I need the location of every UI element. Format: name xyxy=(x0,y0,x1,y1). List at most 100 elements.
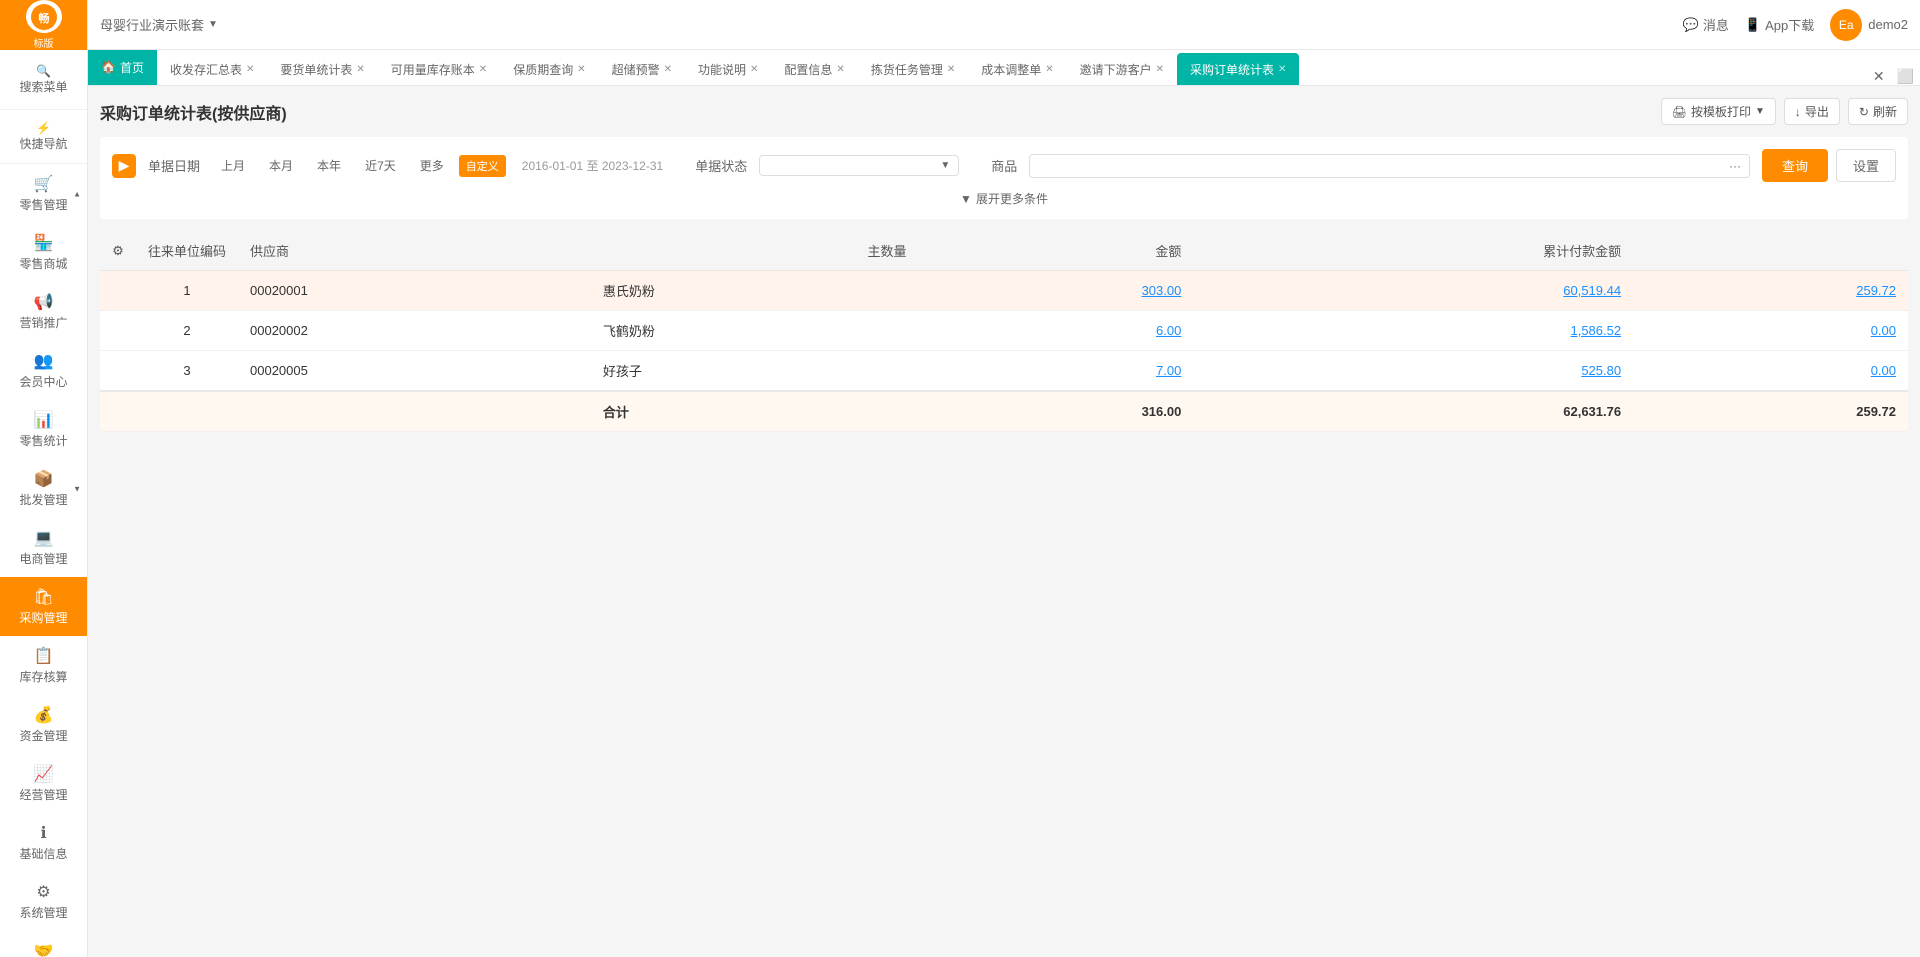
tab-task-mgmt[interactable]: 拣货任务管理 ✕ xyxy=(858,53,968,85)
row-check[interactable] xyxy=(100,271,136,311)
chevron-down-icon: ▼ xyxy=(960,192,972,206)
topbar: 母婴行业演示账套 ▼ 💬 消息 📱 App下载 Ea demo2 xyxy=(88,0,1920,50)
close-icon[interactable]: ✕ xyxy=(246,64,254,75)
goods-select[interactable]: ··· xyxy=(1029,154,1750,178)
tabbar: 🏠 首页 收发存汇总表 ✕ 要货单统计表 ✕ 可用量库存账本 ✕ 保质期查询 ✕… xyxy=(88,50,1920,86)
date-pill-7days[interactable]: 近7天 xyxy=(356,154,405,177)
sidebar-item-retail-shop[interactable]: 🏪 零售商城 xyxy=(0,223,87,282)
close-icon[interactable]: ✕ xyxy=(836,64,844,75)
close-all-tabs-button[interactable]: ✕ xyxy=(1867,68,1891,85)
tab-home[interactable]: 🏠 首页 xyxy=(88,50,157,85)
sidebar-search-item[interactable]: 🔍 搜索菜单 xyxy=(4,58,83,101)
row-amount[interactable]: 1,586.52 xyxy=(1193,311,1633,351)
row-paid[interactable]: 259.72 xyxy=(1633,271,1908,311)
tab-order-summary[interactable]: 要货单统计表 ✕ xyxy=(267,53,377,85)
export-label: 导出 xyxy=(1805,103,1829,120)
warehouse-label: 母婴行业演示账套 xyxy=(100,15,204,34)
close-icon[interactable]: ✕ xyxy=(479,64,487,75)
sidebar-item-system[interactable]: ⚙ 系统管理 xyxy=(0,872,87,931)
row-qty[interactable]: 303.00 xyxy=(918,271,1193,311)
refresh-button[interactable]: ↻ 刷新 xyxy=(1848,98,1908,125)
sidebar-item-retail-stats[interactable]: 📊 零售统计 xyxy=(0,400,87,459)
user-profile[interactable]: Ea demo2 xyxy=(1830,9,1908,41)
date-pill-this-year[interactable]: 本年 xyxy=(308,154,350,177)
expand-button[interactable]: ▼ 展开更多条件 xyxy=(960,190,1048,207)
operations-icon: 📈 xyxy=(34,764,54,784)
row-code: 00020005 xyxy=(238,351,591,392)
tab-function-desc[interactable]: 功能说明 ✕ xyxy=(685,53,771,85)
sidebar-item-enterprise[interactable]: 🤝 企业协同 xyxy=(0,931,87,957)
sidebar-item-label: 系统管理 xyxy=(19,904,67,921)
close-icon[interactable]: ✕ xyxy=(356,64,364,75)
row-paid[interactable]: 0.00 xyxy=(1633,351,1908,392)
query-button[interactable]: 查询 xyxy=(1762,149,1828,182)
print-button[interactable]: 🖨 按模板打印 ▼ xyxy=(1661,98,1776,125)
tab-label: 配置信息 xyxy=(784,61,832,78)
chevron-down-icon: ▲ xyxy=(73,189,81,198)
row-check[interactable] xyxy=(100,311,136,351)
close-icon[interactable]: ✕ xyxy=(1278,64,1286,75)
enterprise-icon: 🤝 xyxy=(34,941,54,957)
logo-icon: 畅 xyxy=(26,0,62,33)
row-check[interactable] xyxy=(100,351,136,392)
sidebar-item-basic-info[interactable]: ℹ 基础信息 xyxy=(0,813,87,872)
row-no: 1 xyxy=(136,271,238,311)
th-settings[interactable]: ⚙ xyxy=(100,231,136,271)
app-download-btn[interactable]: 📱 App下载 xyxy=(1745,15,1814,34)
tab-config-info[interactable]: 配置信息 ✕ xyxy=(771,53,857,85)
date-pill-last-month[interactable]: 上月 xyxy=(212,154,254,177)
close-icon[interactable]: ✕ xyxy=(1156,64,1164,75)
tab-expiry-query[interactable]: 保质期查询 ✕ xyxy=(500,53,598,85)
tab-purchase-summary[interactable]: 采购订单统计表 ✕ xyxy=(1177,53,1299,85)
row-amount[interactable]: 525.80 xyxy=(1193,351,1633,392)
tab-invite-downstream[interactable]: 邀请下游客户 ✕ xyxy=(1067,53,1177,85)
inventory-icon: 📋 xyxy=(34,646,54,666)
close-icon[interactable]: ✕ xyxy=(947,64,955,75)
row-qty[interactable]: 7.00 xyxy=(918,351,1193,392)
filter-toggle-button[interactable]: ▶ xyxy=(112,154,136,178)
setting-button[interactable]: 设置 xyxy=(1836,149,1896,182)
export-button[interactable]: ↓ 导出 xyxy=(1784,98,1840,125)
user-name: demo2 xyxy=(1868,17,1908,32)
close-icon[interactable]: ✕ xyxy=(1045,64,1053,75)
tab-label: 拣货任务管理 xyxy=(871,61,943,78)
maximize-button[interactable]: ⬜ xyxy=(1891,68,1920,85)
goods-filter-label: 商品 xyxy=(991,156,1017,175)
tab-label: 邀请下游客户 xyxy=(1080,61,1152,78)
date-pill-more[interactable]: 更多 xyxy=(411,154,453,177)
th-qty: 主数量 xyxy=(591,231,919,271)
tab-overstock-warning[interactable]: 超储预警 ✕ xyxy=(599,53,685,85)
warehouse-selector[interactable]: 母婴行业演示账套 ▼ xyxy=(100,15,218,34)
sidebar-item-operations[interactable]: 📈 经营管理 xyxy=(0,754,87,813)
close-icon[interactable]: ✕ xyxy=(664,64,672,75)
close-icon[interactable]: ✕ xyxy=(577,64,585,75)
user-initials: Ea xyxy=(1839,18,1854,32)
sidebar-item-members[interactable]: 👥 会员中心 xyxy=(0,341,87,400)
sidebar-item-wholesale[interactable]: 📦 批发管理 ▼ xyxy=(0,459,87,518)
download-icon: 📱 xyxy=(1745,17,1761,33)
tab-receive-summary[interactable]: 收发存汇总表 ✕ xyxy=(157,53,267,85)
tab-cost-adjust[interactable]: 成本调整单 ✕ xyxy=(968,53,1066,85)
date-pill-custom[interactable]: 自定义 xyxy=(459,155,506,177)
sidebar-item-ecommerce[interactable]: 💻 电商管理 xyxy=(0,518,87,577)
date-pill-this-month[interactable]: 本月 xyxy=(260,154,302,177)
sidebar-item-retail[interactable]: 🛒 零售管理 ▲ xyxy=(0,164,87,223)
sidebar-item-marketing[interactable]: 📢 营销推广 xyxy=(0,282,87,341)
th-supplier: 供应商 xyxy=(238,231,591,271)
filter-panel: ▶ 单据日期 上月 本月 本年 近7天 更多 自定义 2016-01-01 至 … xyxy=(100,137,1908,219)
sidebar-search-label: 搜索菜单 xyxy=(19,78,67,95)
sidebar-item-inventory[interactable]: 📋 库存核算 xyxy=(0,636,87,695)
expand-more-filters: ▼ 展开更多条件 xyxy=(112,190,1896,207)
row-qty[interactable]: 6.00 xyxy=(918,311,1193,351)
quick-nav-item[interactable]: ⚡ 快捷导航 xyxy=(0,114,87,159)
sidebar-item-purchase[interactable]: 🛍 采购管理 xyxy=(0,577,87,636)
table-footer-row: 合计 316.00 62,631.76 259.72 xyxy=(100,391,1908,432)
sidebar-item-label: 资金管理 xyxy=(19,727,67,744)
row-paid[interactable]: 0.00 xyxy=(1633,311,1908,351)
status-select[interactable]: ▼ xyxy=(759,155,959,176)
row-amount[interactable]: 60,519.44 xyxy=(1193,271,1633,311)
message-btn[interactable]: 💬 消息 xyxy=(1683,15,1729,34)
close-icon[interactable]: ✕ xyxy=(750,64,758,75)
tab-available-inventory[interactable]: 可用量库存账本 ✕ xyxy=(378,53,500,85)
sidebar-item-finance[interactable]: 💰 资金管理 xyxy=(0,695,87,754)
